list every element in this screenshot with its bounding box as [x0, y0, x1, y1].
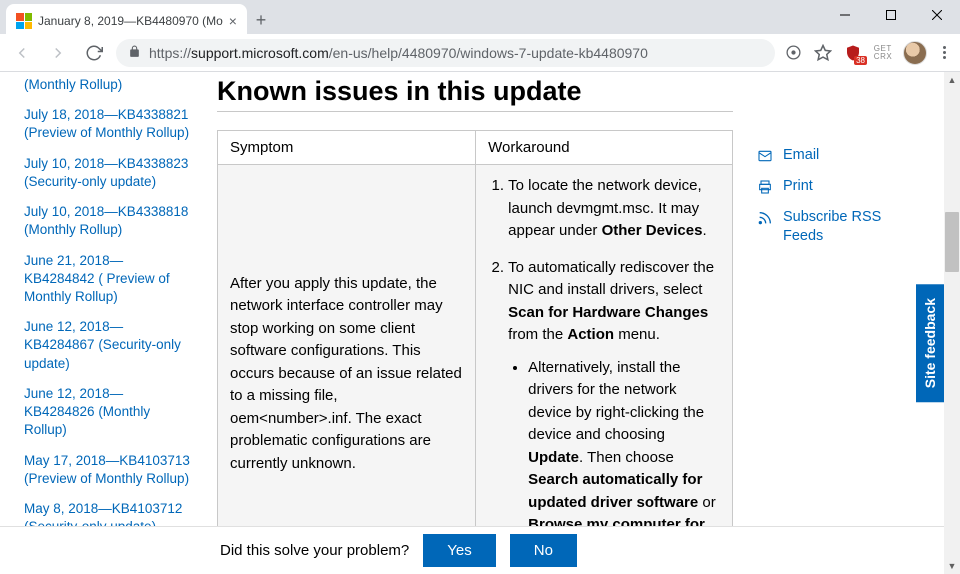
vertical-scrollbar[interactable]: ▲ ▼: [944, 72, 960, 574]
rss-icon: [757, 210, 773, 226]
ublock-badge: 38: [854, 56, 867, 65]
section-heading: Known issues in this update: [217, 76, 733, 107]
lock-icon: [128, 45, 141, 61]
browser-menu-button[interactable]: [937, 46, 952, 59]
workaround-step-2: To automatically rediscover the NIC and …: [508, 257, 720, 560]
main-article: Known issues in this update Symptom Work…: [205, 72, 753, 574]
sidebar-link[interactable]: July 10, 2018—KB4338823 (Security-only u…: [24, 155, 193, 191]
url: https://support.microsoft.com/en-us/help…: [149, 45, 648, 61]
page-content: (Monthly Rollup) July 18, 2018—KB4338821…: [0, 72, 960, 574]
rss-link[interactable]: Subscribe RSS Feeds: [757, 208, 900, 246]
maximize-button[interactable]: [868, 0, 914, 30]
sidebar-link[interactable]: June 12, 2018—KB4284867 (Security-only u…: [24, 318, 193, 373]
window-titlebar: January 8, 2019—KB4480970 (Mo × +: [0, 0, 960, 34]
print-icon: [757, 179, 773, 195]
sidebar-link[interactable]: July 10, 2018—KB4338818 (Monthly Rollup): [24, 203, 193, 239]
sidebar-link[interactable]: June 21, 2018—KB4284842 ( Preview of Mon…: [24, 252, 193, 307]
new-tab-button[interactable]: +: [247, 6, 275, 34]
address-bar[interactable]: https://support.microsoft.com/en-us/help…: [116, 39, 775, 67]
divider: [217, 111, 733, 112]
sidebar-link[interactable]: July 18, 2018—KB4338821 (Preview of Mont…: [24, 106, 193, 142]
feedback-tab[interactable]: Site feedback: [916, 284, 944, 402]
scroll-down-icon[interactable]: ▼: [944, 558, 960, 574]
browser-toolbar: https://support.microsoft.com/en-us/help…: [0, 34, 960, 72]
close-window-button[interactable]: [914, 0, 960, 30]
minimize-button[interactable]: [822, 0, 868, 30]
yes-button[interactable]: Yes: [423, 534, 495, 567]
reload-button[interactable]: [80, 39, 108, 67]
browser-tab[interactable]: January 8, 2019—KB4480970 (Mo ×: [6, 4, 247, 38]
issues-table: Symptom Workaround After you apply this …: [217, 130, 733, 574]
scroll-thumb[interactable]: [945, 212, 959, 272]
extension-icon[interactable]: [783, 43, 803, 63]
feedback-bar: Did this solve your problem? Yes No: [0, 526, 944, 574]
profile-avatar[interactable]: [903, 41, 927, 65]
aside-actions: Email Print Subscribe RSS Feeds: [753, 72, 908, 574]
print-link[interactable]: Print: [757, 177, 900, 196]
email-link[interactable]: Email: [757, 146, 900, 165]
window-controls: [822, 0, 960, 30]
workaround-step-1: To locate the network device, launch dev…: [508, 175, 720, 243]
workaround-cell: To locate the network device, launch dev…: [476, 165, 733, 574]
sidebar-link[interactable]: May 17, 2018—KB4103713 (Preview of Month…: [24, 452, 193, 488]
close-tab-icon[interactable]: ×: [229, 13, 237, 29]
back-button[interactable]: [8, 39, 36, 67]
no-button[interactable]: No: [510, 534, 577, 567]
th-workaround: Workaround: [476, 131, 733, 165]
tab-title: January 8, 2019—KB4480970 (Mo: [38, 14, 223, 28]
mail-icon: [757, 148, 773, 164]
sidebar-link[interactable]: (Monthly Rollup): [24, 76, 193, 94]
crx-icon[interactable]: GET CRX: [873, 43, 893, 63]
sidebar-nav: (Monthly Rollup) July 18, 2018—KB4338821…: [0, 72, 205, 574]
symptom-cell: After you apply this update, the network…: [218, 165, 476, 574]
th-symptom: Symptom: [218, 131, 476, 165]
scroll-up-icon[interactable]: ▲: [944, 72, 960, 88]
bookmark-star-icon[interactable]: [813, 43, 833, 63]
sidebar-link[interactable]: June 12, 2018—KB4284826 (Monthly Rollup): [24, 385, 193, 440]
forward-button[interactable]: [44, 39, 72, 67]
ublock-icon[interactable]: 38: [843, 43, 863, 63]
microsoft-favicon: [16, 13, 32, 29]
feedback-question: Did this solve your problem?: [220, 542, 409, 559]
